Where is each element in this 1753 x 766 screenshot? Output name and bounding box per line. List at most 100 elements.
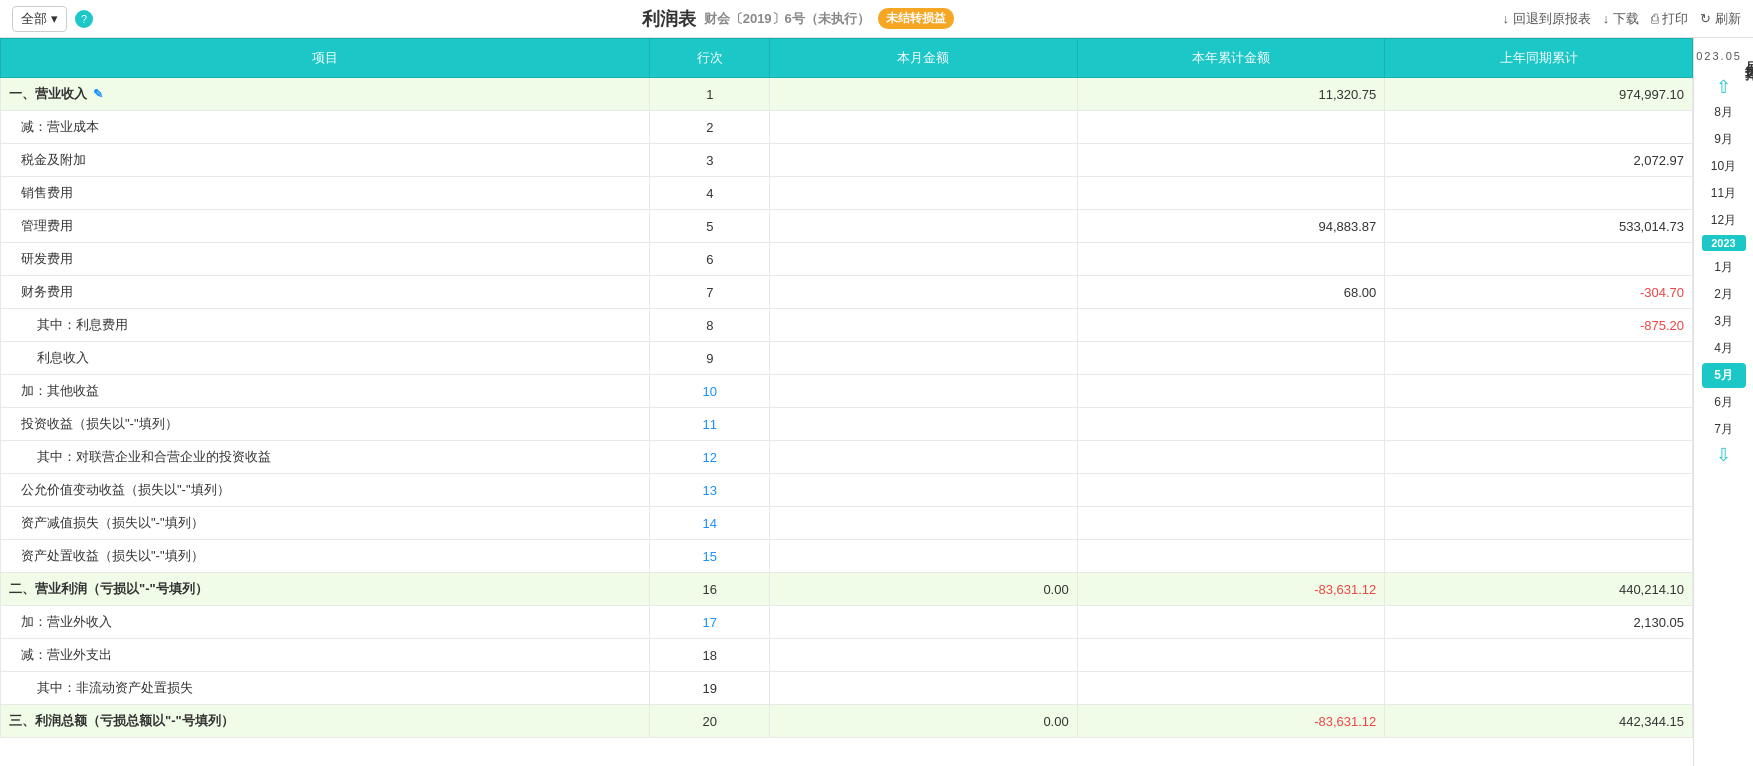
month-item[interactable]: 12月 [1702, 208, 1746, 233]
help-icon[interactable]: ? [75, 10, 93, 28]
month-amount [770, 606, 1078, 639]
month-amount [770, 639, 1078, 672]
prev-amount: 440,214.10 [1385, 573, 1693, 606]
month-item[interactable]: 7月 [1702, 417, 1746, 442]
table-row: 资产减值损失（损失以"-"填列） 14 [1, 507, 1693, 540]
year-amount [1077, 540, 1385, 573]
row-number: 14 [650, 507, 770, 540]
table-row: 二、营业利润（亏损以"-"号填列） 16 0.00 -83,631.12 440… [1, 573, 1693, 606]
item-name: 加：营业外收入 [1, 606, 650, 639]
row-number: 3 [650, 144, 770, 177]
month-item[interactable]: 8月 [1702, 100, 1746, 125]
row-number: 11 [650, 408, 770, 441]
month-amount [770, 177, 1078, 210]
year-amount: 94,883.87 [1077, 210, 1385, 243]
table-row: 三、利润总额（亏损总额以"-"号填列） 20 0.00 -83,631.12 4… [1, 705, 1693, 738]
month-item[interactable]: 4月 [1702, 336, 1746, 361]
table-row: 利息收入 9 [1, 342, 1693, 375]
sidebar-title: 月份选择 2023.05 [1693, 46, 1753, 66]
table-row: 其中：利息费用 8 -875.20 [1, 309, 1693, 342]
table-row: 研发费用 6 [1, 243, 1693, 276]
item-name: 其中：利息费用 [1, 309, 650, 342]
nav-down-btn[interactable]: ⇩ [1702, 442, 1746, 468]
year-amount [1077, 441, 1385, 474]
row-number: 12 [650, 441, 770, 474]
table-row: 资产处置收益（损失以"-"填列） 15 [1, 540, 1693, 573]
month-item[interactable]: 10月 [1702, 154, 1746, 179]
month-amount [770, 276, 1078, 309]
prev-amount: 442,344.15 [1385, 705, 1693, 738]
year-amount: -83,631.12 [1077, 705, 1385, 738]
nav-up-btn[interactable]: ⇧ [1702, 74, 1746, 100]
month-sidebar: 月份选择 2023.05 ⇧ 8月9月10月11月12月 2023 1月2月3月4月… [1693, 38, 1753, 766]
chevron-down-icon: ▾ [51, 11, 58, 26]
row-number: 1 [650, 78, 770, 111]
item-name: 公允价值变动收益（损失以"-"填列） [1, 474, 650, 507]
main-layout: 项目 行次 本月金额 本年累计金额 上年同期累计 一、营业收入✎ 1 11,32… [0, 38, 1753, 766]
table-row: 公允价值变动收益（损失以"-"填列） 13 [1, 474, 1693, 507]
year-amount [1077, 309, 1385, 342]
row-number: 5 [650, 210, 770, 243]
month-amount [770, 309, 1078, 342]
row-number: 13 [650, 474, 770, 507]
prev-amount: 974,997.10 [1385, 78, 1693, 111]
row-number: 16 [650, 573, 770, 606]
prev-amount [1385, 111, 1693, 144]
row-number: 9 [650, 342, 770, 375]
table-row: 财务费用 7 68.00 -304.70 [1, 276, 1693, 309]
prev-amount [1385, 474, 1693, 507]
year-amount: 11,320.75 [1077, 78, 1385, 111]
prev-amount [1385, 441, 1693, 474]
print-btn[interactable]: ⎙ 打印 [1651, 10, 1689, 28]
prev-amount [1385, 540, 1693, 573]
month-amount [770, 540, 1078, 573]
year-amount [1077, 342, 1385, 375]
month-amount: 0.00 [770, 705, 1078, 738]
prev-amount [1385, 243, 1693, 276]
month-item[interactable]: 6月 [1702, 390, 1746, 415]
item-name: 其中：对联营企业和合营企业的投资收益 [1, 441, 650, 474]
top-bar-left: 全部 ▾ ? [12, 6, 93, 32]
month-amount [770, 375, 1078, 408]
month-amount [770, 474, 1078, 507]
month-amount [770, 243, 1078, 276]
download-btn[interactable]: ↓ 下载 [1603, 10, 1639, 28]
year-amount [1077, 606, 1385, 639]
month-item[interactable]: 1月 [1702, 255, 1746, 280]
row-number: 4 [650, 177, 770, 210]
scope-dropdown[interactable]: 全部 ▾ [12, 6, 67, 32]
year-amount [1077, 474, 1385, 507]
row-number: 19 [650, 672, 770, 705]
month-item[interactable]: 9月 [1702, 127, 1746, 152]
item-name: 减：营业成本 [1, 111, 650, 144]
year-amount [1077, 408, 1385, 441]
month-item[interactable]: 2月 [1702, 282, 1746, 307]
year-amount [1077, 144, 1385, 177]
refresh-btn[interactable]: ↻ 刷新 [1700, 10, 1741, 28]
month-amount: 0.00 [770, 573, 1078, 606]
month-amount [770, 672, 1078, 705]
year-amount [1077, 375, 1385, 408]
edit-icon[interactable]: ✎ [93, 87, 103, 101]
prev-amount [1385, 639, 1693, 672]
row-number: 7 [650, 276, 770, 309]
year-amount [1077, 672, 1385, 705]
prev-amount [1385, 342, 1693, 375]
table-row: 管理费用 5 94,883.87 533,014.73 [1, 210, 1693, 243]
row-number: 18 [650, 639, 770, 672]
col-header-item: 项目 [1, 39, 650, 78]
prev-amount [1385, 672, 1693, 705]
item-name: 资产处置收益（损失以"-"填列） [1, 540, 650, 573]
month-item[interactable]: 5月 [1702, 363, 1746, 388]
doc-info: 财会〔2019〕6号（未执行） [704, 10, 870, 28]
prev-amount [1385, 177, 1693, 210]
table-row: 其中：对联营企业和合营企业的投资收益 12 [1, 441, 1693, 474]
table-row: 减：营业成本 2 [1, 111, 1693, 144]
month-item[interactable]: 2023 [1702, 235, 1746, 251]
item-name: 加：其他收益 [1, 375, 650, 408]
item-name: 利息收入 [1, 342, 650, 375]
month-item[interactable]: 11月 [1702, 181, 1746, 206]
year-amount: 68.00 [1077, 276, 1385, 309]
month-item[interactable]: 3月 [1702, 309, 1746, 334]
back-btn[interactable]: ↓ 回退到原报表 [1503, 10, 1591, 28]
